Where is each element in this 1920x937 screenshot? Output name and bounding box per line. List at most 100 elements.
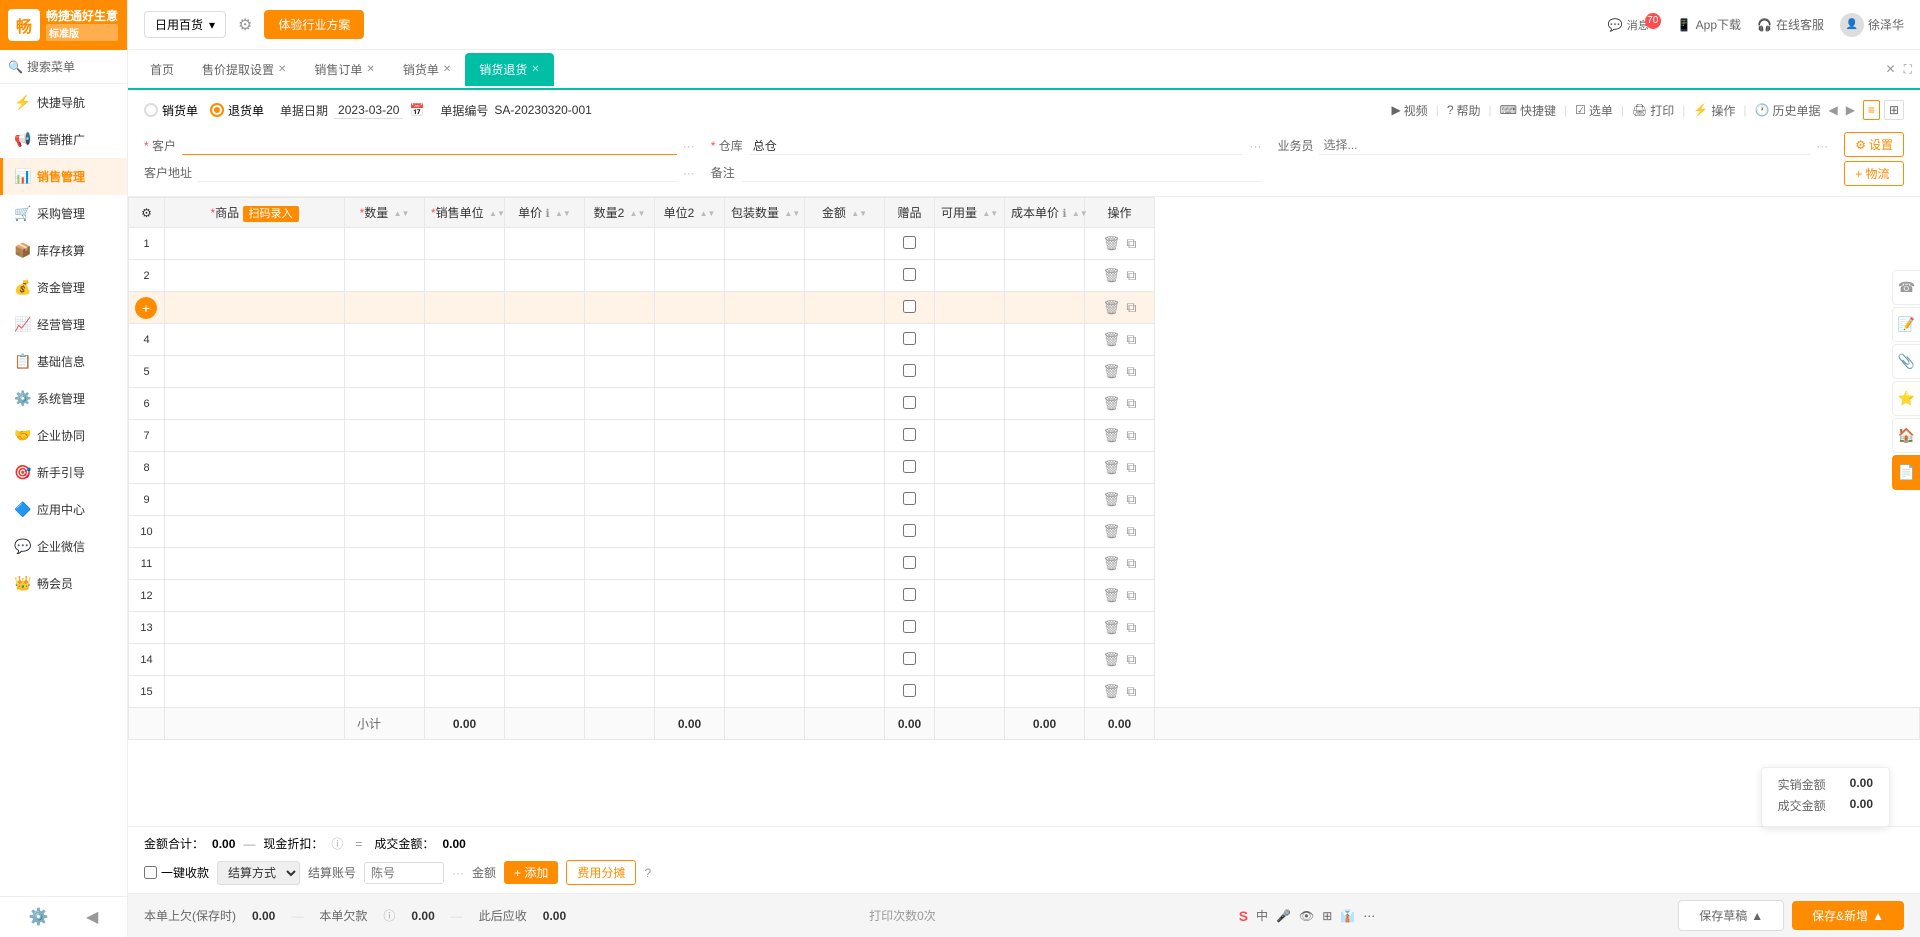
qty2-cell[interactable]	[585, 580, 655, 612]
qty-cell[interactable]	[345, 452, 425, 484]
tab-sales-return[interactable]: 销货退货 ✕	[465, 53, 553, 86]
price-cell[interactable]	[505, 580, 585, 612]
product-cell[interactable]	[165, 388, 345, 420]
price-cell[interactable]	[505, 292, 585, 324]
gift-cell[interactable]	[885, 452, 935, 484]
unit-cell[interactable]	[425, 260, 505, 292]
view-list-btn[interactable]: ≡	[1863, 100, 1880, 120]
price-cell[interactable]	[505, 420, 585, 452]
gift-cell[interactable]	[885, 324, 935, 356]
amount-cell[interactable]	[805, 580, 885, 612]
gift-cell[interactable]	[885, 580, 935, 612]
nav-prev-icon[interactable]: ◀	[1828, 103, 1837, 117]
product-cell[interactable]	[165, 516, 345, 548]
product-cell[interactable]	[165, 420, 345, 452]
gift-checkbox[interactable]	[903, 684, 916, 697]
price-cell[interactable]	[505, 388, 585, 420]
warehouse-more-btn[interactable]: ···	[1249, 139, 1261, 153]
qty2-cell[interactable]	[585, 388, 655, 420]
gift-cell[interactable]	[885, 420, 935, 452]
avail-sort[interactable]: ▲▼	[982, 209, 998, 218]
unit-cell[interactable]	[425, 548, 505, 580]
sidebar-item-member[interactable]: 👑 畅会员	[0, 565, 127, 602]
qty2-sort[interactable]: ▲▼	[630, 209, 646, 218]
pkg-cell[interactable]	[725, 388, 805, 420]
product-input[interactable]	[171, 301, 338, 315]
sidebar-search[interactable]: 🔍 搜索菜单	[0, 50, 127, 84]
qty2-cell[interactable]	[585, 548, 655, 580]
customer-input[interactable]	[182, 136, 677, 155]
remark-input[interactable]	[741, 163, 1262, 182]
fenpei-btn[interactable]: 费用分摊	[566, 860, 636, 885]
gift-cell[interactable]	[885, 388, 935, 420]
copy-row-btn[interactable]: ⧉	[1126, 619, 1136, 636]
copy-row-btn[interactable]: ⧉	[1126, 555, 1136, 572]
copy-row-btn[interactable]: ⧉	[1126, 523, 1136, 540]
pkg-cell[interactable]	[725, 356, 805, 388]
tab-sales-delivery[interactable]: 销货单 ✕	[389, 53, 465, 86]
price-sort[interactable]: ▲▼	[555, 209, 571, 218]
price-cell[interactable]	[505, 516, 585, 548]
product-cell[interactable]	[165, 452, 345, 484]
unit2-cell[interactable]	[655, 484, 725, 516]
pkg-cell[interactable]	[725, 580, 805, 612]
sidebar-item-basic[interactable]: 📋 基础信息	[0, 343, 127, 380]
copy-row-btn[interactable]: ⧉	[1126, 235, 1136, 252]
qty-cell[interactable]	[345, 292, 425, 324]
price-cell[interactable]	[505, 548, 585, 580]
sidebar-item-marketing[interactable]: 📢 营销推广	[0, 121, 127, 158]
delete-row-btn[interactable]: 🗑	[1103, 587, 1121, 604]
warehouse-input[interactable]	[749, 136, 1244, 155]
delete-row-btn[interactable]: 🗑	[1103, 427, 1121, 444]
salesperson-input[interactable]	[1319, 136, 1810, 155]
unit2-cell[interactable]	[655, 420, 725, 452]
amount-cell[interactable]	[805, 420, 885, 452]
amount-cell[interactable]	[805, 356, 885, 388]
close-tab-sales-delivery[interactable]: ✕	[443, 64, 451, 75]
save-new-btn[interactable]: 保存&新增 ▲	[1792, 901, 1904, 930]
price-cell[interactable]	[505, 484, 585, 516]
grid2-icon[interactable]: ⊞	[1322, 909, 1332, 923]
action-history[interactable]: 🕐 历史单据	[1754, 102, 1820, 119]
price-info-icon[interactable]: ℹ	[545, 208, 549, 220]
pkg-cell[interactable]	[725, 324, 805, 356]
pkg-cell[interactable]	[725, 484, 805, 516]
qty-cell[interactable]	[345, 580, 425, 612]
radio-sale[interactable]: 销货单	[144, 102, 198, 119]
settings-icon[interactable]: ⚙️	[29, 907, 49, 927]
settings-btn[interactable]: ⚙ 设置	[1844, 132, 1904, 157]
gift-cell[interactable]	[885, 484, 935, 516]
gift-cell[interactable]	[885, 548, 935, 580]
help-circle-icon[interactable]: ⓘ	[331, 835, 343, 852]
qty2-cell[interactable]	[585, 228, 655, 260]
sidebar-item-shortcut[interactable]: ⚡ 快捷导航	[0, 84, 127, 121]
account-input[interactable]	[364, 862, 444, 884]
gift-cell[interactable]	[885, 260, 935, 292]
delete-row-btn[interactable]: 🗑	[1103, 523, 1121, 540]
product-cell[interactable]	[165, 484, 345, 516]
float-btn-doc[interactable]: 📄	[1892, 455, 1920, 490]
copy-row-btn[interactable]: ⧉	[1126, 491, 1136, 508]
shirt-icon[interactable]: 👔	[1340, 909, 1355, 923]
notification-group[interactable]: 💬 消息 70	[1608, 17, 1661, 33]
product-cell[interactable]	[165, 644, 345, 676]
amount-cell[interactable]	[805, 516, 885, 548]
unit-cell[interactable]	[425, 612, 505, 644]
price-cell[interactable]	[505, 452, 585, 484]
gift-checkbox[interactable]	[903, 332, 916, 345]
float-btn-phone[interactable]: ☎	[1892, 270, 1920, 305]
action-print[interactable]: 🖨 打印	[1632, 102, 1674, 119]
unit2-cell[interactable]	[655, 612, 725, 644]
action-select[interactable]: ☑ 选单	[1575, 102, 1613, 119]
gift-checkbox[interactable]	[903, 364, 916, 377]
price-cell[interactable]	[505, 228, 585, 260]
cost-info-icon[interactable]: ℹ	[1062, 208, 1066, 220]
maximize-icon[interactable]: ⛶	[1904, 62, 1912, 77]
delete-row-btn[interactable]: 🗑	[1103, 267, 1121, 284]
action-shortcut[interactable]: ⌨ 快捷键	[1500, 102, 1556, 119]
float-btn-star[interactable]: ⭐	[1892, 381, 1920, 416]
online-service-group[interactable]: 🎧 在线客服	[1757, 16, 1824, 33]
gift-checkbox[interactable]	[903, 524, 916, 537]
qty2-cell[interactable]	[585, 356, 655, 388]
amount-cell[interactable]	[805, 676, 885, 708]
